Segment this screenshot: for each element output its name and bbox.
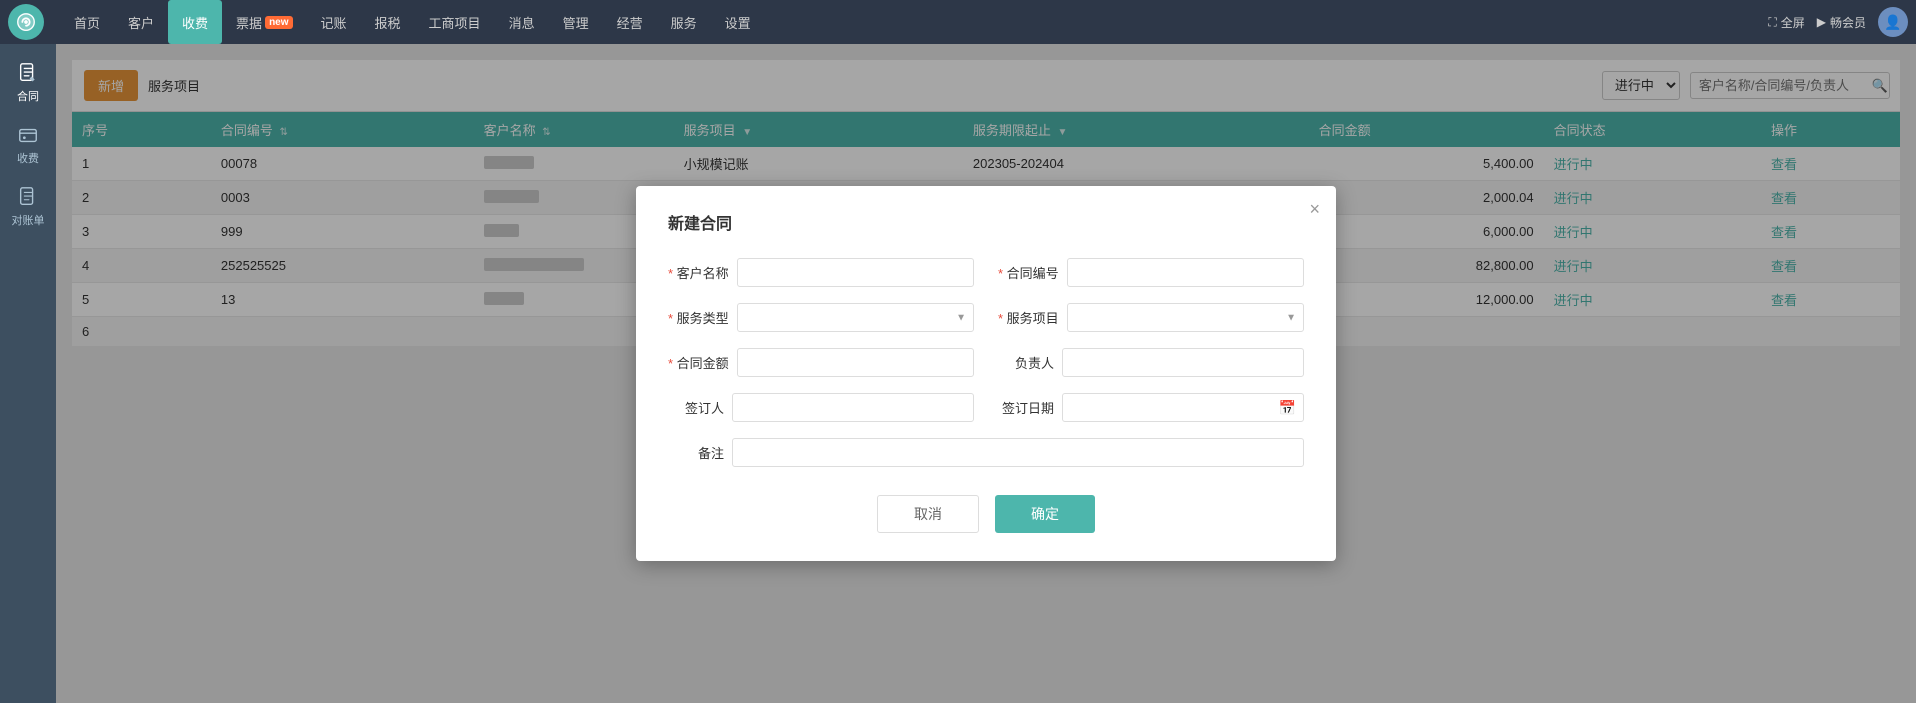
sidebar-statement-label: 对账单 <box>12 212 45 228</box>
nav-biz[interactable]: 工商项目 <box>415 0 495 44</box>
fullscreen-icon: ⛶ <box>1768 15 1776 30</box>
member-button[interactable]: ▶ 畅会员 <box>1817 14 1866 31</box>
remark-group: 备注 <box>668 438 1304 467</box>
service-item-label: 服务项目 <box>998 308 1059 327</box>
nav-settings[interactable]: 设置 <box>711 0 765 44</box>
nav-customer[interactable]: 客户 <box>114 0 168 44</box>
sidebar: 合同 收费 对账单 <box>0 44 56 703</box>
sidebar-contract-label: 合同 <box>17 88 39 104</box>
contract-amount-group: 合同金额 0.00 <box>668 348 974 377</box>
modal-overlay: × 新建合同 客户名称 合同编号 服务类型 <box>56 44 1916 703</box>
new-badge: new <box>265 16 292 29</box>
sign-date-label: 签订日期 <box>998 398 1054 417</box>
modal-title: 新建合同 <box>668 210 1304 234</box>
top-nav-right: ⛶ 全屏 ▶ 畅会员 👤 <box>1768 7 1908 37</box>
service-type-select[interactable] <box>737 303 974 332</box>
avatar-icon: 👤 <box>1884 14 1901 31</box>
contract-amount-input[interactable]: 0.00 <box>737 348 974 377</box>
sidebar-item-contract[interactable]: 合同 <box>0 52 56 114</box>
cancel-button[interactable]: 取消 <box>877 495 979 533</box>
service-type-group: 服务类型 <box>668 303 974 332</box>
contract-amount-label: 合同金额 <box>668 353 729 372</box>
signatory-group: 签订人 <box>668 393 974 422</box>
signatory-label: 签订人 <box>668 398 724 417</box>
calendar-icon[interactable]: 📅 <box>1279 399 1296 416</box>
contract-no-group: 合同编号 <box>998 258 1304 287</box>
statement-icon <box>17 186 39 208</box>
sidebar-item-fee[interactable]: 收费 <box>0 114 56 176</box>
service-item-select[interactable] <box>1067 303 1304 332</box>
nav-home[interactable]: 首页 <box>60 0 114 44</box>
service-type-label: 服务类型 <box>668 308 729 327</box>
person-in-charge-input[interactable] <box>1062 348 1304 377</box>
avatar[interactable]: 👤 <box>1878 7 1908 37</box>
customer-name-label: 客户名称 <box>668 263 729 282</box>
nav-message[interactable]: 消息 <box>495 0 549 44</box>
new-contract-modal: × 新建合同 客户名称 合同编号 服务类型 <box>636 186 1336 561</box>
remark-input[interactable] <box>732 438 1304 467</box>
contract-icon <box>17 62 39 84</box>
nav-service[interactable]: 服务 <box>657 0 711 44</box>
main-layout: 合同 收费 对账单 <box>0 44 1916 703</box>
modal-form: 客户名称 合同编号 服务类型 <box>668 258 1304 467</box>
fullscreen-button[interactable]: ⛶ 全屏 <box>1768 14 1804 31</box>
sign-date-group: 签订日期 2023-06-06 📅 <box>998 393 1304 422</box>
modal-close-button[interactable]: × <box>1309 200 1320 218</box>
person-in-charge-group: 负责人 <box>998 348 1304 377</box>
nav-invoice[interactable]: 票据 new <box>222 0 306 44</box>
customer-name-group: 客户名称 <box>668 258 974 287</box>
service-item-group: 服务项目 <box>998 303 1304 332</box>
customer-name-input[interactable] <box>737 258 974 287</box>
nav-fee[interactable]: 收费 <box>168 0 222 44</box>
remark-label: 备注 <box>668 443 724 462</box>
play-icon: ▶ <box>1817 15 1826 29</box>
nav-manage[interactable]: 管理 <box>549 0 603 44</box>
sign-date-input[interactable]: 2023-06-06 <box>1062 393 1304 422</box>
sign-date-wrap: 2023-06-06 📅 <box>1062 393 1304 422</box>
nav-bookkeeping[interactable]: 记账 <box>307 0 361 44</box>
fee-icon <box>17 124 39 146</box>
contract-no-input[interactable] <box>1067 258 1304 287</box>
contract-no-label: 合同编号 <box>998 263 1059 282</box>
service-item-select-wrap <box>1067 303 1304 332</box>
top-navigation: 首页 客户 收费 票据 new 记账 报税 工商项目 消息 管理 经营 服务 设… <box>0 0 1916 44</box>
person-in-charge-label: 负责人 <box>998 353 1054 372</box>
nav-items: 首页 客户 收费 票据 new 记账 报税 工商项目 消息 管理 经营 服务 设… <box>60 0 1768 44</box>
nav-operation[interactable]: 经营 <box>603 0 657 44</box>
nav-tax[interactable]: 报税 <box>361 0 415 44</box>
signatory-input[interactable] <box>732 393 974 422</box>
app-logo <box>8 4 44 40</box>
sidebar-item-statement[interactable]: 对账单 <box>0 176 56 238</box>
service-type-select-wrap <box>737 303 974 332</box>
modal-footer: 取消 确定 <box>668 495 1304 533</box>
confirm-button[interactable]: 确定 <box>995 495 1095 533</box>
content-area: 新增 服务项目 进行中 已完成 已终止 🔍 序号 合同编号 ⇅ 客户名称 ⇅ <box>56 44 1916 703</box>
sidebar-fee-label: 收费 <box>17 150 39 166</box>
